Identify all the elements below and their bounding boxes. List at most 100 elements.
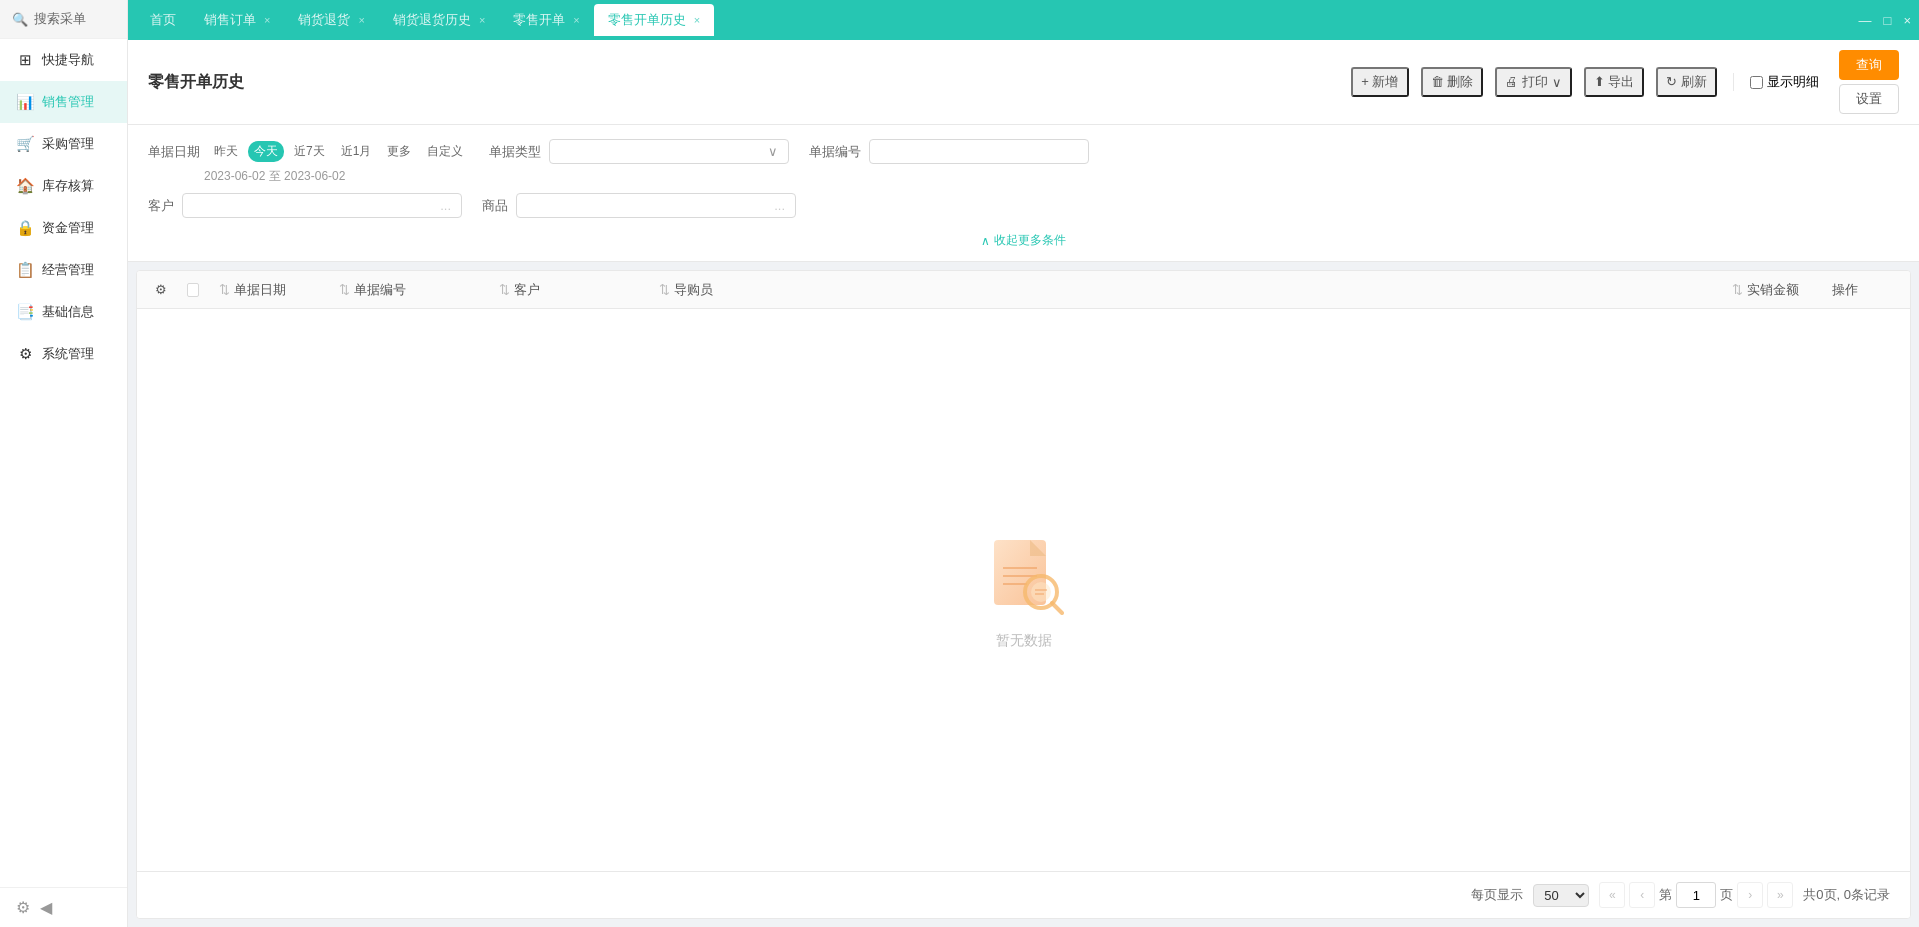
page-first-btn[interactable]: « (1599, 882, 1625, 908)
query-button[interactable]: 查询 (1839, 50, 1899, 80)
product-select[interactable]: ... (516, 193, 796, 218)
page-title: 零售开单历史 (148, 72, 244, 93)
add-button[interactable]: + 新增 (1351, 67, 1408, 97)
date-shortcut-week[interactable]: 近7天 (288, 141, 331, 162)
sidebar-item-quick-nav[interactable]: ⊞ 快捷导航 (0, 39, 127, 81)
page-input[interactable] (1676, 882, 1716, 908)
table-col-action: 操作 (1822, 273, 1902, 307)
tab-sales-return-history[interactable]: 销货退货历史 × (379, 4, 499, 36)
table-col-customer[interactable]: ⇅ 客户 (489, 273, 649, 307)
inventory-icon: 🏠 (16, 177, 34, 195)
product-dots: ... (774, 198, 785, 213)
order-type-label: 单据类型 (489, 143, 541, 161)
tab-bar: 首页 销售订单 × 销货退货 × 销货退货历史 × 零售开单 × 零售开单历史 … (128, 0, 1919, 40)
per-page-label: 每页显示 (1471, 886, 1523, 904)
tab-home-label: 首页 (150, 11, 176, 29)
total-info: 共0页, 0条记录 (1803, 886, 1890, 904)
sidebar-item-sales-mgmt[interactable]: 📊 销售管理 (0, 81, 127, 123)
sidebar-search-label: 搜索采单 (34, 10, 86, 28)
table-col-checkbox[interactable] (177, 275, 209, 305)
page-prev-btn[interactable]: ‹ (1629, 882, 1655, 908)
sidebar-item-label: 销售管理 (42, 93, 94, 111)
sidebar-item-sys-mgmt[interactable]: ⚙ 系统管理 (0, 333, 127, 375)
toolbar-actions: + 新增 🗑 删除 🖨 打印 ∨ ⬆ 导出 ↻ 刷新 显示明细 查询 设置 (1351, 50, 1899, 114)
table-col-order-no[interactable]: ⇅ 单据编号 (329, 273, 489, 307)
date-shortcut-more[interactable]: 更多 (381, 141, 417, 162)
order-no-input[interactable] (869, 139, 1089, 164)
collapse-sidebar-btn[interactable]: ◀ (40, 898, 52, 917)
table-container: ⚙ ⇅ 单据日期 ⇅ 单据编号 ⇅ 客户 ⇅ (136, 270, 1911, 919)
window-minimize-btn[interactable]: — (1859, 13, 1872, 28)
sidebar-search[interactable]: 🔍 搜索采单 (0, 0, 127, 39)
export-button[interactable]: ⬆ 导出 (1584, 67, 1645, 97)
order-type-select[interactable]: ∨ (549, 139, 789, 164)
purchase-mgmt-icon: 🛒 (16, 135, 34, 153)
tab-sales-return[interactable]: 销货退货 × (284, 4, 378, 36)
sidebar-item-purchase-mgmt[interactable]: 🛒 采购管理 (0, 123, 127, 165)
table-col-guide[interactable]: ⇅ 导购员 (649, 273, 749, 307)
date-filter-label: 单据日期 (148, 143, 200, 161)
search-icon: 🔍 (12, 12, 28, 27)
delete-button[interactable]: 🗑 删除 (1421, 67, 1484, 97)
table-col-amount[interactable]: ⇅ 实销金额 (1722, 273, 1822, 307)
table-col-date[interactable]: ⇅ 单据日期 (209, 273, 329, 307)
display-detail-toggle[interactable]: 显示明细 (1750, 73, 1819, 91)
tab-retail-open[interactable]: 零售开单 × (499, 4, 593, 36)
empty-state: 暂无数据 (137, 309, 1910, 871)
col-order-no-sort-icon: ⇅ (339, 282, 350, 297)
customer-select[interactable]: ... (182, 193, 462, 218)
tab-close-sales-return[interactable]: × (358, 14, 364, 26)
display-detail-checkbox[interactable] (1750, 76, 1763, 89)
refresh-button[interactable]: ↻ 刷新 (1656, 67, 1717, 97)
date-shortcut-custom[interactable]: 自定义 (421, 141, 469, 162)
window-close-btn[interactable]: × (1903, 13, 1911, 28)
svg-point-6 (1031, 582, 1051, 602)
table-settings-icon[interactable]: ⚙ (155, 282, 167, 297)
filter-row-2: 客户 ... 商品 ... (148, 193, 1899, 218)
date-shortcut-yesterday[interactable]: 昨天 (208, 141, 244, 162)
sidebar-item-basic-info[interactable]: 📑 基础信息 (0, 291, 127, 333)
col-date-sort-icon: ⇅ (219, 282, 230, 297)
tab-home[interactable]: 首页 (136, 4, 190, 36)
table-header: ⚙ ⇅ 单据日期 ⇅ 单据编号 ⇅ 客户 ⇅ (137, 271, 1910, 309)
tab-close-retail-history[interactable]: × (694, 14, 700, 26)
table-col-settings[interactable]: ⚙ (145, 274, 177, 305)
collapse-filter-btn[interactable]: ∧ 收起更多条件 (148, 228, 1899, 253)
page-last-btn[interactable]: » (1767, 882, 1793, 908)
tab-sales-order[interactable]: 销售订单 × (190, 4, 284, 36)
settings-footer-btn[interactable]: ⚙ (16, 898, 30, 917)
table-col-fill (749, 282, 1722, 298)
print-label: 🖨 打印 (1505, 73, 1548, 91)
product-filter: 商品 ... (482, 193, 796, 218)
print-button[interactable]: 🖨 打印 ∨ (1495, 67, 1572, 97)
empty-text: 暂无数据 (996, 632, 1052, 650)
sidebar-item-label: 基础信息 (42, 303, 94, 321)
select-all-checkbox[interactable] (187, 283, 199, 297)
order-no-label: 单据编号 (809, 143, 861, 161)
sidebar-item-finance[interactable]: 🔒 资金管理 (0, 207, 127, 249)
empty-illustration (979, 530, 1069, 620)
sidebar-item-inventory[interactable]: 🏠 库存核算 (0, 165, 127, 207)
sidebar-item-operations[interactable]: 📋 经营管理 (0, 249, 127, 291)
sidebar-item-label: 经营管理 (42, 261, 94, 279)
finance-icon: 🔒 (16, 219, 34, 237)
customer-filter: 客户 ... (148, 193, 462, 218)
settings-button[interactable]: 设置 (1839, 84, 1899, 114)
tab-close-sales-order[interactable]: × (264, 14, 270, 26)
sales-mgmt-icon: 📊 (16, 93, 34, 111)
date-range-display: 2023-06-02 至 2023-06-02 (204, 169, 345, 183)
collapse-label: 收起更多条件 (994, 232, 1066, 249)
page-next-btn[interactable]: › (1737, 882, 1763, 908)
col-guide-label: 导购员 (674, 281, 713, 299)
tab-close-retail-open[interactable]: × (573, 14, 579, 26)
product-label: 商品 (482, 197, 508, 215)
sidebar-item-label: 采购管理 (42, 135, 94, 153)
window-maximize-btn[interactable]: □ (1884, 13, 1892, 28)
per-page-select[interactable]: 50 100 200 (1533, 884, 1589, 907)
date-shortcut-month[interactable]: 近1月 (335, 141, 378, 162)
date-shortcut-today[interactable]: 今天 (248, 141, 284, 162)
col-amount-sort-icon: ⇅ (1732, 282, 1743, 297)
tab-retail-history[interactable]: 零售开单历史 × (594, 4, 714, 36)
tab-close-sales-return-history[interactable]: × (479, 14, 485, 26)
print-dropdown-icon[interactable]: ∨ (1552, 75, 1562, 90)
